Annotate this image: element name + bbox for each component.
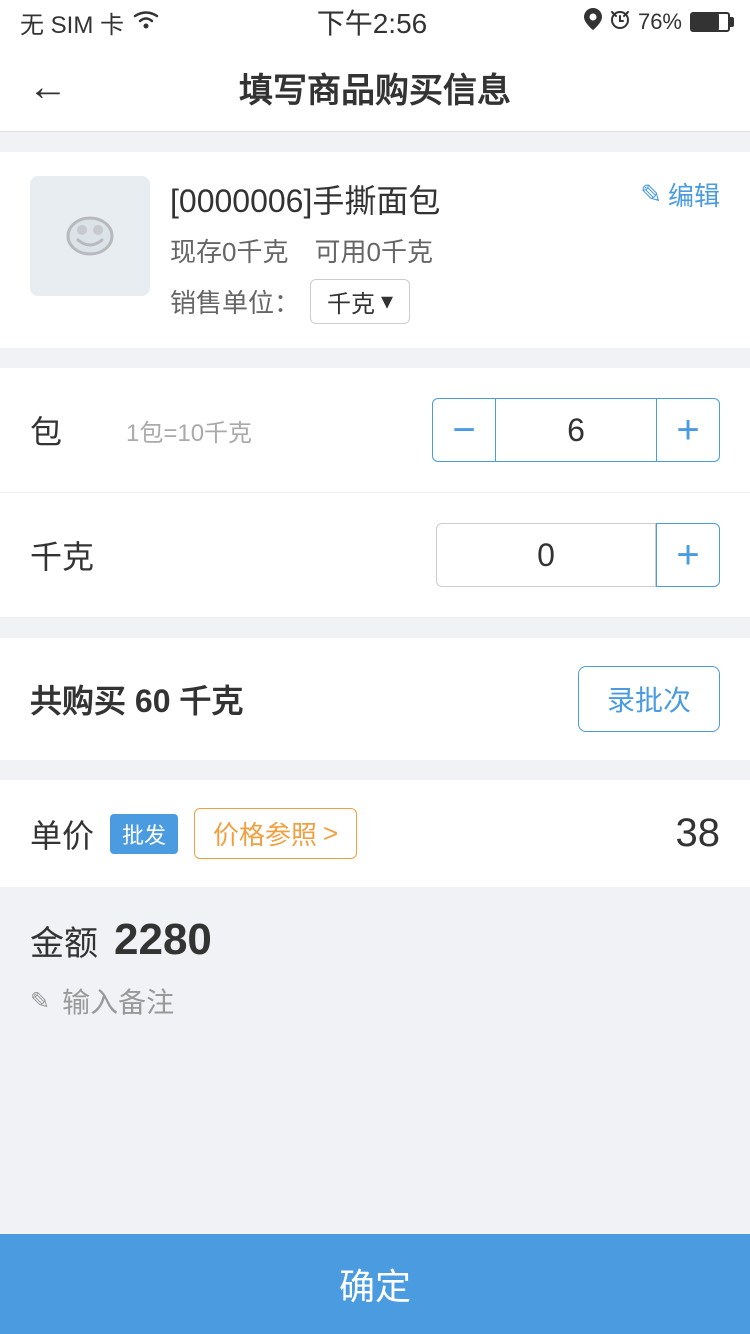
back-button[interactable]: ←: [28, 65, 68, 110]
amount-row: 金额 2280: [30, 915, 720, 965]
alarm-icon: [610, 8, 630, 36]
bao-quantity-control: − +: [432, 398, 720, 462]
page-title: 填写商品购买信息: [239, 63, 511, 112]
total-row: 共购买 60 千克 录批次: [0, 638, 750, 760]
kg-label: 千克: [30, 532, 110, 578]
bao-section: 包 1包=10千克 − + 千克 +: [0, 368, 750, 618]
status-bar: 无 SIM 卡 下午2:56 76%: [0, 0, 750, 44]
price-ref-button[interactable]: 价格参照 >: [194, 808, 357, 859]
remark-icon: ✎: [30, 987, 50, 1016]
edit-button[interactable]: ✎ 编辑: [640, 176, 720, 213]
remark-placeholder: 输入备注: [62, 981, 174, 1021]
batch-button[interactable]: 录批次: [578, 666, 720, 732]
price-label: 单价: [30, 811, 94, 857]
kg-row: 千克 +: [0, 493, 750, 618]
amount-section: 金额 2280 ✎ 输入备注: [0, 887, 750, 1049]
price-tag: 批发: [110, 814, 178, 854]
status-right: 76%: [584, 8, 730, 36]
total-text: 共购买 60 千克: [30, 676, 243, 722]
battery-percent: 76%: [638, 9, 682, 35]
bao-row: 包 1包=10千克 − +: [0, 368, 750, 493]
kg-quantity-control: +: [436, 523, 720, 587]
confirm-button[interactable]: 确定: [339, 1258, 411, 1310]
price-value: 38: [676, 811, 721, 856]
nav-bar: ← 填写商品购买信息: [0, 44, 750, 132]
bao-quantity-input[interactable]: [496, 398, 656, 462]
chevron-right-icon: >: [323, 818, 338, 849]
product-card: [0000006]手撕面包 现存0千克 可用0千克 销售单位： 千克 ▾ ✎ 编…: [0, 152, 750, 348]
bottom-bar[interactable]: 确定: [0, 1234, 750, 1334]
battery-icon: [690, 12, 730, 32]
product-name: [0000006]手撕面包: [170, 176, 720, 222]
location-icon: [584, 8, 602, 36]
edit-icon: ✎: [640, 179, 662, 210]
price-row: 单价 批发 价格参照 > 38: [30, 808, 720, 859]
bao-minus-button[interactable]: −: [432, 398, 496, 462]
edit-label: 编辑: [668, 176, 720, 213]
status-left: 无 SIM 卡: [20, 5, 160, 40]
unit-select[interactable]: 千克 ▾: [310, 279, 410, 324]
product-image: [30, 176, 150, 296]
product-info: [0000006]手撕面包 现存0千克 可用0千克 销售单位： 千克 ▾: [170, 176, 720, 324]
product-stock: 现存0千克 可用0千克: [170, 232, 720, 269]
remark-row[interactable]: ✎ 输入备注: [30, 981, 720, 1021]
amount-label: 金额: [30, 916, 98, 965]
kg-plus-button[interactable]: +: [656, 523, 720, 587]
chevron-down-icon: ▾: [381, 287, 393, 316]
price-section: 单价 批发 价格参照 > 38: [0, 780, 750, 887]
price-ref-label: 价格参照: [213, 815, 317, 852]
carrier-text: 无 SIM 卡: [20, 5, 124, 40]
bao-hint: 1包=10千克: [126, 413, 432, 448]
product-unit: 销售单位： 千克 ▾: [170, 279, 720, 324]
kg-quantity-input[interactable]: [436, 523, 656, 587]
amount-value: 2280: [114, 915, 212, 965]
wifi-icon: [132, 8, 160, 36]
bao-plus-button[interactable]: +: [656, 398, 720, 462]
status-time: 下午2:56: [317, 2, 428, 42]
bao-label: 包: [30, 407, 110, 453]
